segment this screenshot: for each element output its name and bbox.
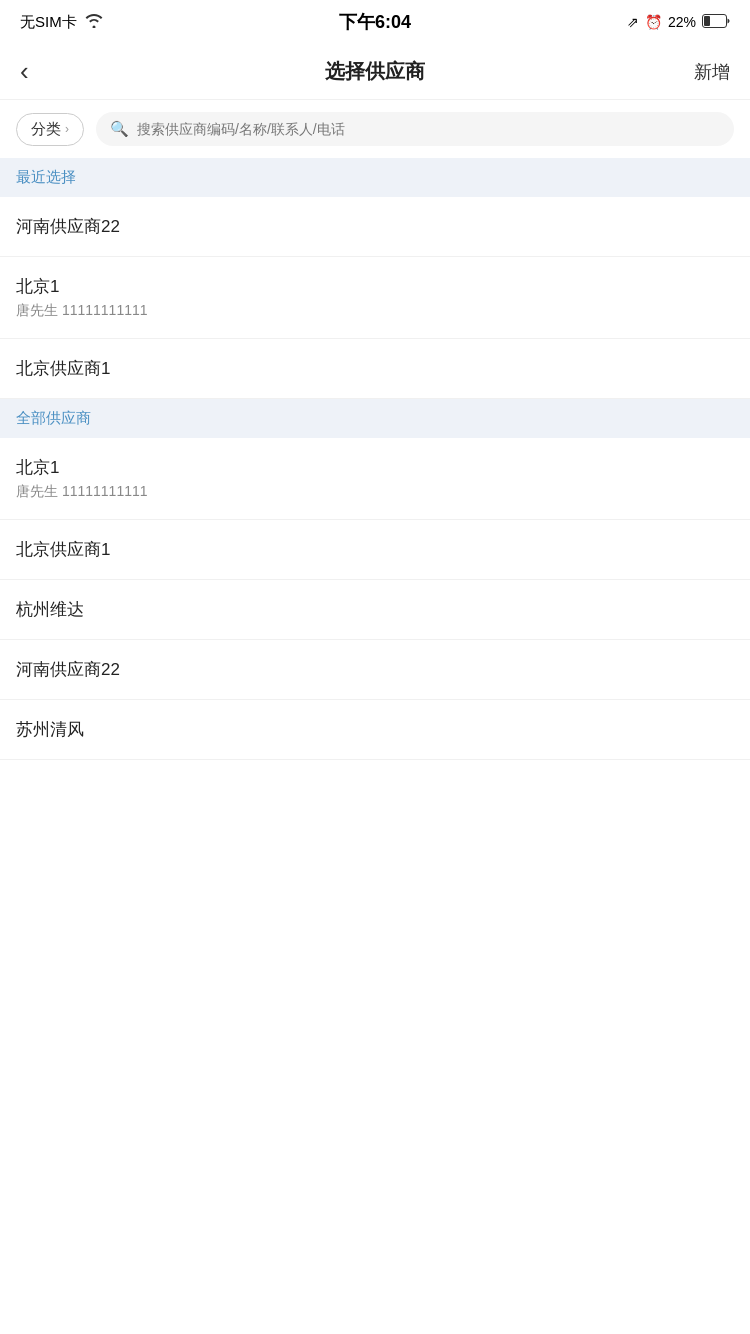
status-right: ⇗ ⏰ 22% bbox=[627, 14, 730, 31]
all-section-label: 全部供应商 bbox=[16, 409, 91, 426]
item-name: 杭州维达 bbox=[16, 598, 734, 621]
nav-bar: ‹ 选择供应商 新增 bbox=[0, 44, 750, 100]
page-title: 选择供应商 bbox=[325, 58, 425, 85]
item-name: 北京供应商1 bbox=[16, 357, 734, 380]
list-item[interactable]: 河南供应商22 bbox=[0, 197, 750, 257]
item-sub: 唐先生 11111111111 bbox=[16, 302, 734, 320]
item-name: 苏州清风 bbox=[16, 718, 734, 741]
all-list: 北京1 唐先生 11111111111 北京供应商1 杭州维达河南供应商22 苏州清风 bbox=[0, 438, 750, 760]
wifi-icon bbox=[85, 14, 103, 31]
category-filter[interactable]: 分类 › bbox=[16, 113, 84, 146]
svg-rect-1 bbox=[704, 16, 710, 26]
recent-section-label: 最近选择 bbox=[16, 168, 76, 185]
back-button[interactable]: ‹ bbox=[20, 56, 60, 87]
list-item[interactable]: 北京供应商1 bbox=[0, 339, 750, 399]
chevron-right-icon: › bbox=[65, 122, 69, 136]
add-button[interactable]: 新增 bbox=[694, 60, 730, 84]
all-section-header: 全部供应商 bbox=[0, 399, 750, 438]
status-time: 下午6:04 bbox=[339, 10, 411, 34]
list-item[interactable]: 北京1 唐先生 11111111111 bbox=[0, 257, 750, 339]
category-label: 分类 bbox=[31, 120, 61, 139]
list-item[interactable]: 北京供应商1 bbox=[0, 520, 750, 580]
list-item[interactable]: 北京1 唐先生 11111111111 bbox=[0, 438, 750, 520]
list-item[interactable]: 苏州清风 bbox=[0, 700, 750, 760]
search-input[interactable] bbox=[137, 121, 720, 137]
list-item[interactable]: 河南供应商22 bbox=[0, 640, 750, 700]
status-bar: 无SIM卡 下午6:04 ⇗ ⏰ 22% bbox=[0, 0, 750, 44]
item-name: 河南供应商22 bbox=[16, 658, 734, 681]
item-name: 北京1 bbox=[16, 456, 734, 479]
carrier-text: 无SIM卡 bbox=[20, 13, 77, 32]
status-left: 无SIM卡 bbox=[20, 13, 103, 32]
item-name: 北京1 bbox=[16, 275, 734, 298]
recent-section-header: 最近选择 bbox=[0, 158, 750, 197]
search-icon: 🔍 bbox=[110, 120, 129, 138]
recent-list: 河南供应商22 北京1 唐先生 11111111111 北京供应商1 bbox=[0, 197, 750, 399]
battery-text: 22% bbox=[668, 14, 696, 30]
item-sub: 唐先生 11111111111 bbox=[16, 483, 734, 501]
filter-bar: 分类 › 🔍 bbox=[0, 100, 750, 158]
item-name: 河南供应商22 bbox=[16, 215, 734, 238]
search-box: 🔍 bbox=[96, 112, 734, 146]
battery-icon bbox=[702, 14, 730, 31]
list-item[interactable]: 杭州维达 bbox=[0, 580, 750, 640]
location-icon: ⇗ bbox=[627, 14, 639, 30]
item-name: 北京供应商1 bbox=[16, 538, 734, 561]
alarm-icon: ⏰ bbox=[645, 14, 662, 30]
